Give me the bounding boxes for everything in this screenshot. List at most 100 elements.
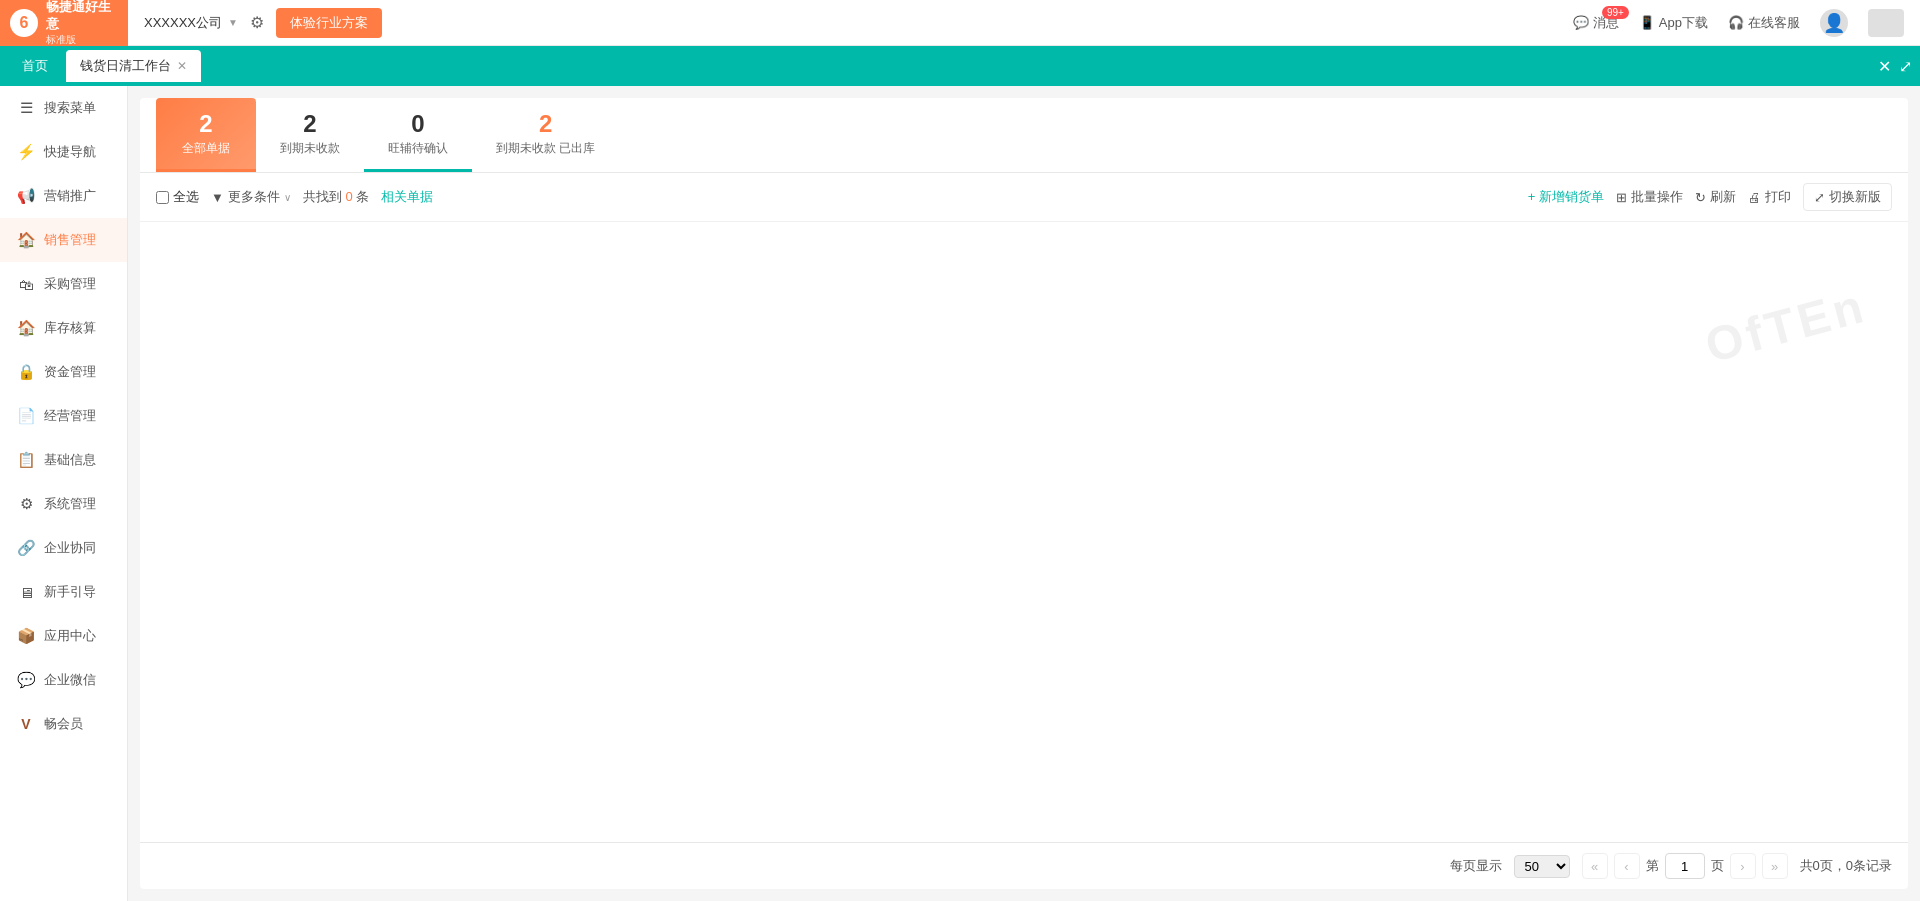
app-download-button[interactable]: 📱 App下载	[1639, 14, 1708, 32]
content-area: 2 全部单据 2 到期未收款 0 旺辅待确认 2 到期未收款 已出库	[128, 86, 1920, 901]
sidebar-item-sales-label: 销售管理	[44, 231, 96, 249]
sidebar-item-search[interactable]: ☰ 搜索菜单	[0, 86, 127, 130]
table-footer: 每页显示 50 100 « ‹ 第 页 › » 共0页，0条记录	[140, 842, 1908, 889]
top-header: 6 畅捷通好生意 标准版 XXXXXX公司 ▼ ⚙ 体验行业方案 💬 消息 99…	[0, 0, 1920, 46]
tab-home-label: 首页	[22, 57, 48, 75]
tab-workspace-close[interactable]: ✕	[177, 59, 187, 73]
sidebar-item-guide[interactable]: 🖥 新手引导	[0, 570, 127, 614]
batch-label: 批量操作	[1631, 188, 1683, 206]
sidebar-item-system-label: 系统管理	[44, 495, 96, 513]
tab-bar: 首页 钱货日清工作台 ✕ ✕ ⤢	[0, 46, 1920, 86]
stat-tab-overdue-out-count: 2	[539, 110, 552, 138]
select-all-input[interactable]	[156, 191, 169, 204]
logo-text: 畅捷通好生意 标准版	[46, 0, 118, 46]
print-label: 打印	[1765, 188, 1791, 206]
sidebar-item-quick-nav-label: 快捷导航	[44, 143, 96, 161]
online-service-button[interactable]: 🎧 在线客服	[1728, 14, 1800, 32]
sidebar-item-enterprise[interactable]: 🔗 企业协同	[0, 526, 127, 570]
sidebar-item-operations-label: 经营管理	[44, 407, 96, 425]
enterprise-icon: 🔗	[16, 538, 36, 558]
page-next-button[interactable]: ›	[1730, 853, 1756, 879]
stat-tab-overdue-out[interactable]: 2 到期未收款 已出库	[472, 98, 619, 172]
found-count: 0	[346, 189, 353, 204]
sidebar-item-search-label: 搜索菜单	[44, 99, 96, 117]
stat-tab-wangwang-count: 0	[411, 110, 424, 138]
tab-home[interactable]: 首页	[8, 50, 62, 82]
sidebar-item-member[interactable]: V 畅会员	[0, 702, 127, 746]
sidebar-item-guide-label: 新手引导	[44, 583, 96, 601]
sidebar-item-finance[interactable]: 🔒 资金管理	[0, 350, 127, 394]
header-right: 💬 消息 99+ 📱 App下载 🎧 在线客服 👤	[1573, 9, 1904, 37]
found-text: 共找到 0 条	[303, 188, 369, 206]
purchase-icon: 🛍	[16, 274, 36, 294]
guide-icon: 🖥	[16, 582, 36, 602]
sidebar-item-inventory[interactable]: 🏠 库存核算	[0, 306, 127, 350]
search-menu-icon: ☰	[16, 98, 36, 118]
sidebar-item-marketing[interactable]: 📢 营销推广	[0, 174, 127, 218]
message-button[interactable]: 💬 消息 99+	[1573, 14, 1619, 32]
sidebar-item-basic-info[interactable]: 📋 基础信息	[0, 438, 127, 482]
sidebar-item-sales[interactable]: 🏠 销售管理	[0, 218, 127, 262]
stat-tab-overdue-count: 2	[303, 110, 316, 138]
quick-nav-icon: ⚡	[16, 142, 36, 162]
sidebar-item-finance-label: 资金管理	[44, 363, 96, 381]
sidebar-item-quick-nav[interactable]: ⚡ 快捷导航	[0, 130, 127, 174]
sidebar: ☰ 搜索菜单 ⚡ 快捷导航 📢 营销推广 🏠 销售管理 🛍 采购管理 🏠 库存核…	[0, 86, 128, 901]
per-page-select[interactable]: 50 100	[1514, 855, 1570, 878]
refresh-button[interactable]: ↻ 刷新	[1695, 188, 1736, 206]
tab-workspace[interactable]: 钱货日清工作台 ✕	[66, 50, 201, 82]
sidebar-item-corp-wechat[interactable]: 💬 企业微信	[0, 658, 127, 702]
tab-close-all-icon[interactable]: ✕	[1878, 57, 1891, 76]
content-inner: 2 全部单据 2 到期未收款 0 旺辅待确认 2 到期未收款 已出库	[140, 98, 1908, 889]
per-page-label: 每页显示	[1450, 857, 1502, 875]
corp-wechat-icon: 💬	[16, 670, 36, 690]
toolbar: 全选 ▼ 更多条件 ∨ 共找到 0 条 相关单据 + 新增销货单	[140, 173, 1908, 222]
finance-icon: 🔒	[16, 362, 36, 382]
batch-operation-button[interactable]: ⊞ 批量操作	[1616, 188, 1683, 206]
batch-icon: ⊞	[1616, 190, 1627, 205]
message-badge: 99+	[1602, 6, 1629, 19]
company-dropdown-arrow: ▼	[228, 17, 238, 28]
sidebar-item-app-center-label: 应用中心	[44, 627, 96, 645]
system-icon: ⚙	[16, 494, 36, 514]
avatar[interactable]: 👤	[1820, 9, 1848, 37]
inventory-icon: 🏠	[16, 318, 36, 338]
company-name: XXXXXX公司	[144, 14, 222, 32]
stat-tab-overdue[interactable]: 2 到期未收款	[256, 98, 364, 172]
online-service-icon: 🎧	[1728, 15, 1744, 30]
stat-tab-overdue-out-label: 到期未收款 已出库	[496, 140, 595, 157]
page-last-button[interactable]: »	[1762, 853, 1788, 879]
logo-area: 6 畅捷通好生意 标准版	[0, 0, 128, 46]
app-center-icon: 📦	[16, 626, 36, 646]
switch-label: 切换新版	[1829, 188, 1881, 206]
filter-label: 更多条件	[228, 188, 280, 206]
related-link[interactable]: 相关单据	[381, 188, 433, 206]
company-selector[interactable]: XXXXXX公司 ▼	[144, 14, 238, 32]
stat-tab-all[interactable]: 2 全部单据	[156, 98, 256, 172]
main-layout: ☰ 搜索菜单 ⚡ 快捷导航 📢 营销推广 🏠 销售管理 🛍 采购管理 🏠 库存核…	[0, 86, 1920, 901]
page-prev-button[interactable]: ‹	[1614, 853, 1640, 879]
table-area	[140, 222, 1908, 842]
toolbar-right: + 新增销货单 ⊞ 批量操作 ↻ 刷新 🖨 打印 ⤢	[1528, 183, 1892, 211]
page-number-input[interactable]	[1665, 853, 1705, 879]
tab-bar-actions: ✕ ⤢	[1878, 57, 1912, 76]
sidebar-item-operations[interactable]: 📄 经营管理	[0, 394, 127, 438]
add-sale-order-button[interactable]: + 新增销货单	[1528, 188, 1604, 206]
settings-button[interactable]: ⚙	[250, 13, 264, 32]
sidebar-item-system[interactable]: ⚙ 系统管理	[0, 482, 127, 526]
pagination: « ‹ 第 页 › »	[1582, 853, 1788, 879]
stat-tab-wangwang[interactable]: 0 旺辅待确认	[364, 98, 472, 172]
switch-version-button[interactable]: ⤢ 切换新版	[1803, 183, 1892, 211]
marketing-icon: 📢	[16, 186, 36, 206]
print-button[interactable]: 🖨 打印	[1748, 188, 1791, 206]
sidebar-item-purchase[interactable]: 🛍 采购管理	[0, 262, 127, 306]
filter-button[interactable]: ▼ 更多条件 ∨	[211, 188, 291, 206]
page-label-post: 页	[1711, 857, 1724, 875]
sidebar-item-purchase-label: 采购管理	[44, 275, 96, 293]
select-all-checkbox[interactable]: 全选	[156, 188, 199, 206]
logo-icon: 6	[10, 9, 38, 37]
page-first-button[interactable]: «	[1582, 853, 1608, 879]
sidebar-item-app-center[interactable]: 📦 应用中心	[0, 614, 127, 658]
tab-expand-icon[interactable]: ⤢	[1899, 57, 1912, 76]
trial-button[interactable]: 体验行业方案	[276, 8, 382, 38]
